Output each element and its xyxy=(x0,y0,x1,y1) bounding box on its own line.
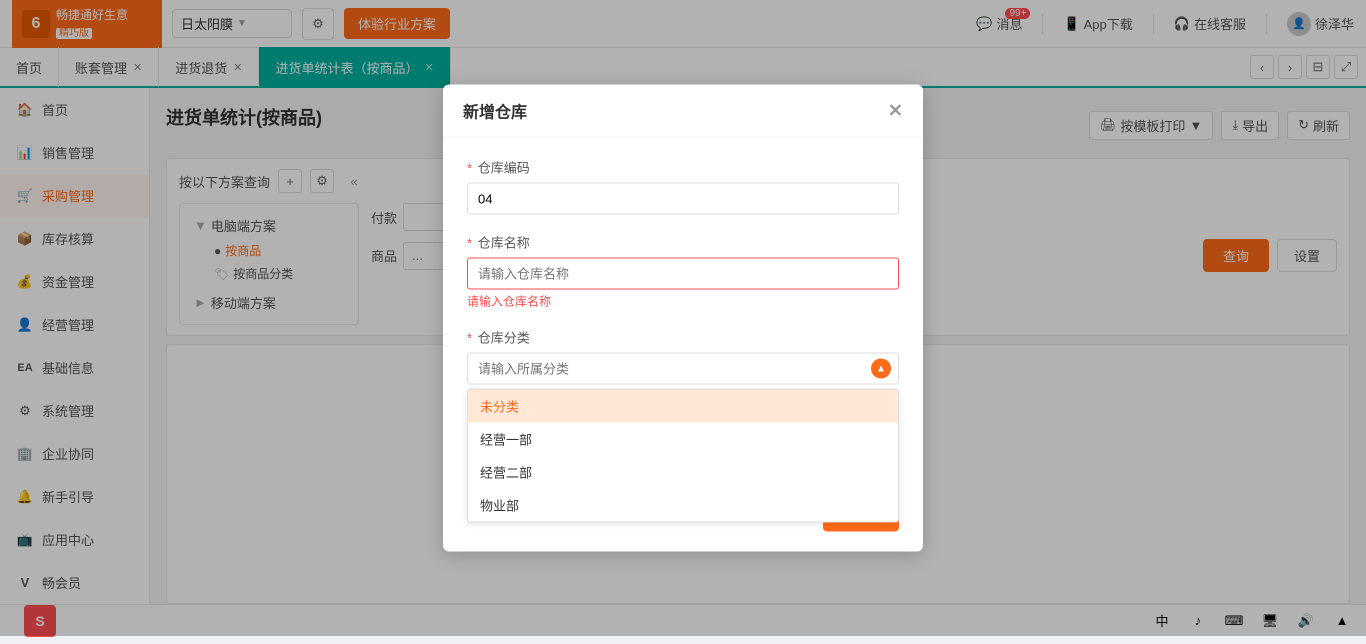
warehouse-name-field: * 仓库名称 请输入仓库名称 xyxy=(467,233,899,310)
warehouse-name-error: 请输入仓库名称 xyxy=(467,293,899,310)
dropdown-item-ops1[interactable]: 经营一部 xyxy=(468,423,898,456)
dropdown-item-ops2[interactable]: 经营二部 xyxy=(468,456,898,489)
modal-body: * 仓库编码 * 仓库名称 请输入仓库名称 * 仓库分类 ▲ xyxy=(443,138,923,498)
category-select-input[interactable] xyxy=(467,353,899,385)
warehouse-category-label: * 仓库分类 xyxy=(467,328,899,347)
warehouse-name-input[interactable] xyxy=(467,258,899,290)
add-warehouse-modal: 新增仓库 ✕ * 仓库编码 * 仓库名称 请输入仓库名称 * 仓库分类 xyxy=(443,85,923,552)
warehouse-code-label: * 仓库编码 xyxy=(467,158,899,177)
modal-close-button[interactable]: ✕ xyxy=(888,100,903,121)
warehouse-category-field: * 仓库分类 ▲ 未分类 经营一部 经营二部 物业部 xyxy=(467,328,899,385)
category-dropdown-list: 未分类 经营一部 经营二部 物业部 xyxy=(467,389,899,523)
dropdown-item-property[interactable]: 物业部 xyxy=(468,489,898,522)
warehouse-name-label: * 仓库名称 xyxy=(467,233,899,252)
warehouse-code-field: * 仓库编码 xyxy=(467,158,899,215)
dropdown-item-uncategorized[interactable]: 未分类 xyxy=(468,390,898,423)
warehouse-code-input[interactable] xyxy=(467,183,899,215)
category-select-wrap: ▲ 未分类 经营一部 经营二部 物业部 xyxy=(467,353,899,385)
modal-title: 新增仓库 xyxy=(463,99,527,123)
modal-header: 新增仓库 ✕ xyxy=(443,85,923,138)
category-dropdown-arrow[interactable]: ▲ xyxy=(871,359,891,379)
